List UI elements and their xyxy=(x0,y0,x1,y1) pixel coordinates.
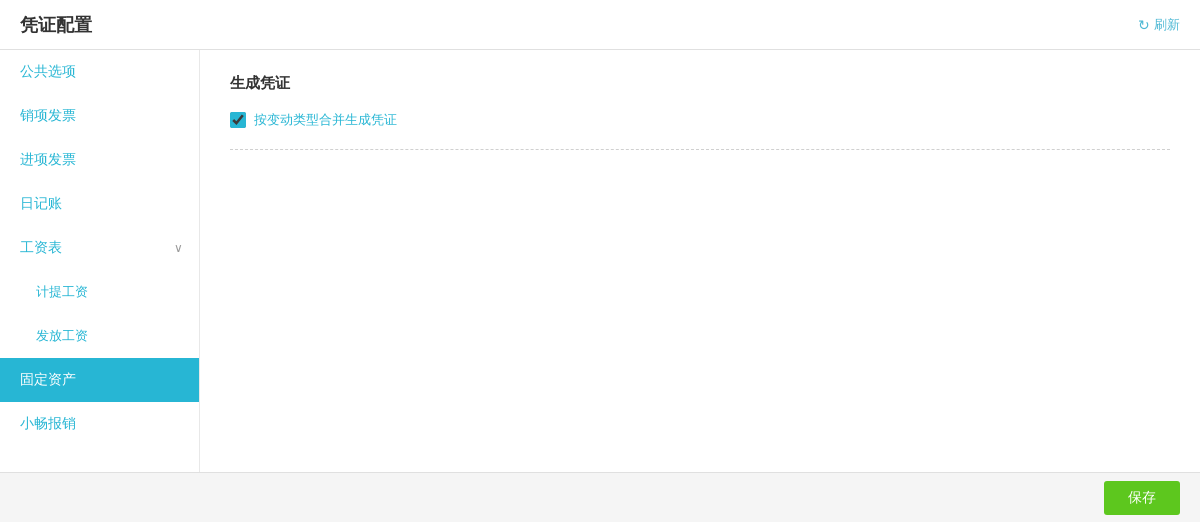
sidebar: 公共选项销项发票进项发票日记账工资表 ∨ 计提工资发放工资固定资产小畅报销 xyxy=(0,50,200,472)
sidebar-item-public-options[interactable]: 公共选项 xyxy=(0,50,199,94)
sidebar-item-payroll-table[interactable]: 工资表 ∨ xyxy=(0,226,199,270)
sidebar-item-label-journal: 日记账 xyxy=(20,195,62,213)
chevron-down-icon: ∨ xyxy=(174,241,183,255)
refresh-label: 刷新 xyxy=(1154,16,1180,34)
section-divider xyxy=(230,149,1170,150)
checkbox-row: 按变动类型合并生成凭证 xyxy=(230,111,1170,129)
sidebar-item-purchase-invoice[interactable]: 进项发票 xyxy=(0,138,199,182)
sidebar-item-sales-invoice[interactable]: 销项发票 xyxy=(0,94,199,138)
sidebar-item-label-calc-payroll: 计提工资 xyxy=(36,283,88,301)
save-button[interactable]: 保存 xyxy=(1104,481,1180,515)
header: 凭证配置 ↻ 刷新 xyxy=(0,0,1200,50)
page-wrapper: 凭证配置 ↻ 刷新 公共选项销项发票进项发票日记账工资表 ∨ 计提工资发放工资固定资… xyxy=(0,0,1200,522)
body: 公共选项销项发票进项发票日记账工资表 ∨ 计提工资发放工资固定资产小畅报销 生成凭证… xyxy=(0,50,1200,472)
footer: 保存 xyxy=(0,472,1200,522)
merge-by-type-checkbox[interactable] xyxy=(230,112,246,128)
refresh-icon: ↻ xyxy=(1138,17,1150,33)
sidebar-item-label-fixed-assets: 固定资产 xyxy=(20,371,76,389)
sidebar-item-label-purchase-invoice: 进项发票 xyxy=(20,151,76,169)
sidebar-item-issue-payroll[interactable]: 发放工资 xyxy=(0,314,199,358)
section-title: 生成凭证 xyxy=(230,74,1170,93)
sidebar-item-expense-report[interactable]: 小畅报销 xyxy=(0,402,199,446)
merge-by-type-label[interactable]: 按变动类型合并生成凭证 xyxy=(254,111,397,129)
sidebar-item-journal[interactable]: 日记账 xyxy=(0,182,199,226)
sidebar-item-label-public-options: 公共选项 xyxy=(20,63,76,81)
refresh-button[interactable]: ↻ 刷新 xyxy=(1138,16,1180,34)
page-title: 凭证配置 xyxy=(20,13,92,37)
sidebar-item-label-sales-invoice: 销项发票 xyxy=(20,107,76,125)
sidebar-item-label-issue-payroll: 发放工资 xyxy=(36,327,88,345)
main-content: 生成凭证 按变动类型合并生成凭证 xyxy=(200,50,1200,472)
sidebar-item-fixed-assets[interactable]: 固定资产 xyxy=(0,358,199,402)
sidebar-item-label-expense-report: 小畅报销 xyxy=(20,415,76,433)
sidebar-item-calc-payroll[interactable]: 计提工资 xyxy=(0,270,199,314)
sidebar-item-label-payroll-table: 工资表 xyxy=(20,239,62,257)
